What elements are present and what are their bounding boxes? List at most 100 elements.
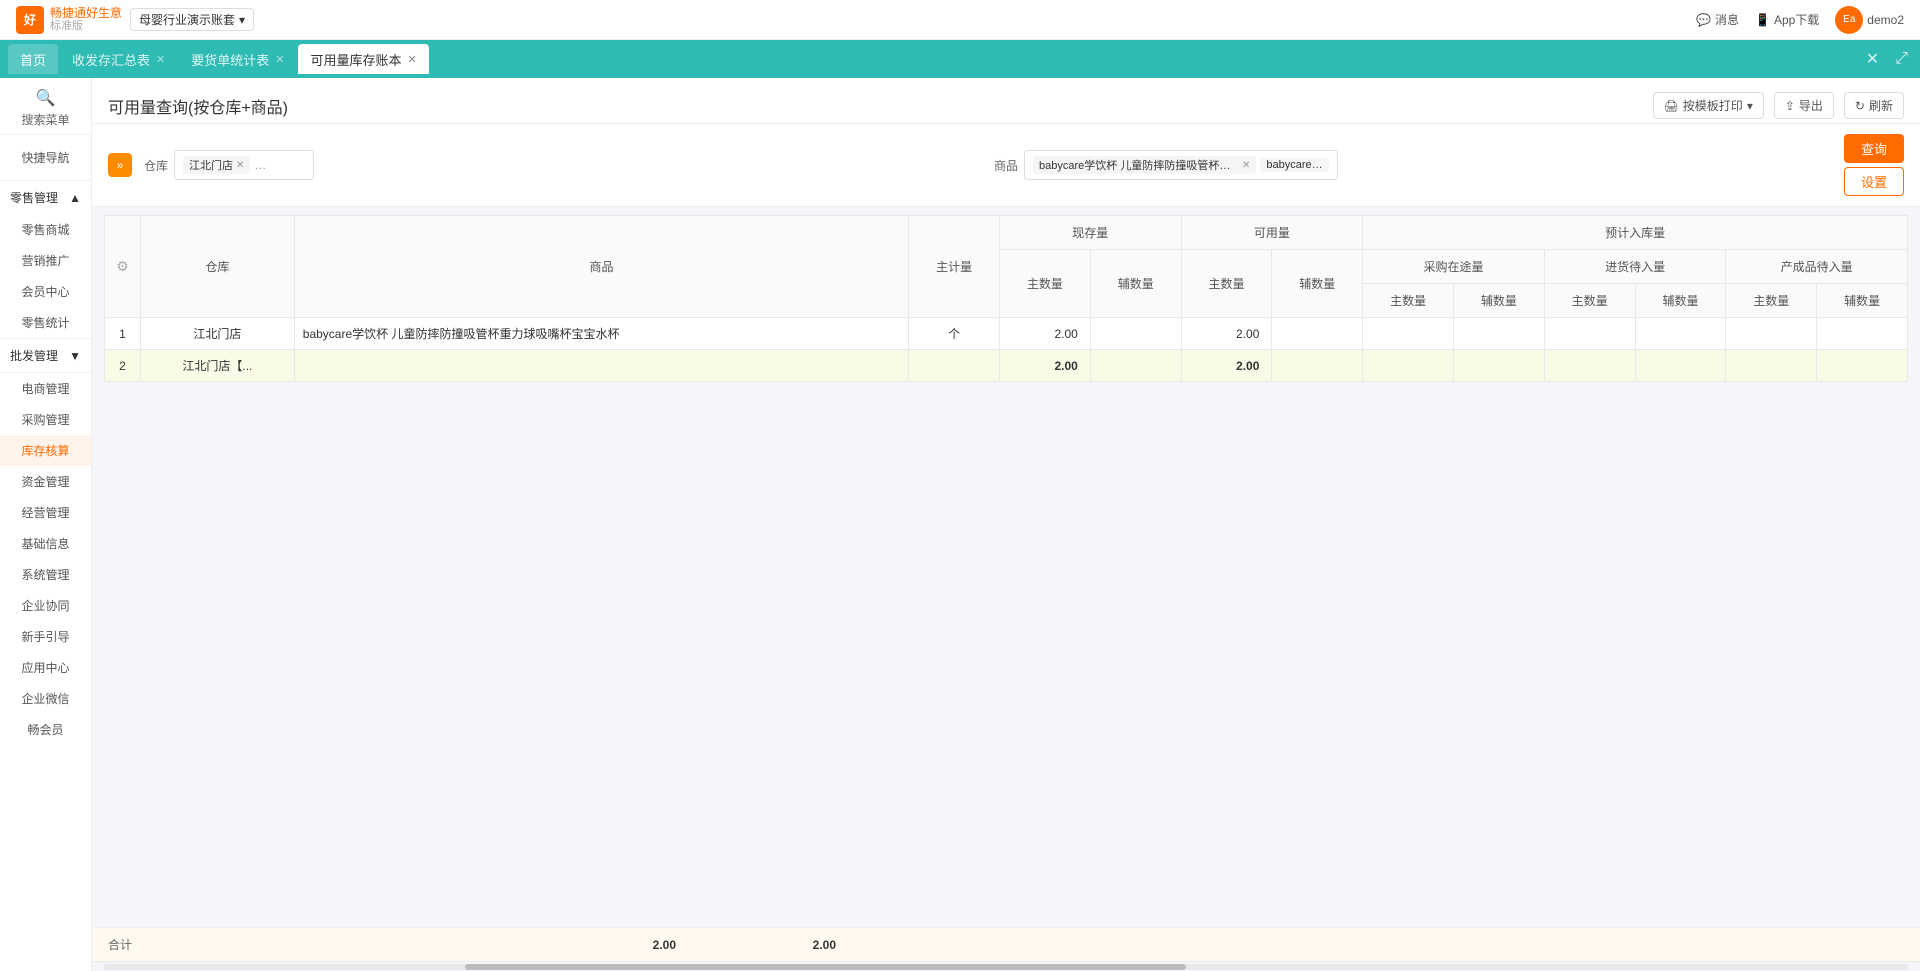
sidebar-item-retail-stats[interactable]: 零售统计: [0, 307, 91, 338]
chevron-down-icon: ▾: [1747, 99, 1753, 113]
col-purchase-transit-header: 采购在途量: [1363, 250, 1545, 284]
industry-selector[interactable]: 母婴行业演示账套 ▾: [130, 8, 254, 31]
row2-warehouse: 江北门店【...: [141, 350, 295, 382]
col-incoming-header: 进货待入量: [1544, 250, 1726, 284]
tab-home[interactable]: 首页: [8, 44, 58, 74]
sidebar-item-quick-nav[interactable]: 快捷导航: [0, 141, 91, 174]
warehouse-tag-1: 江北门店 ✕: [183, 156, 250, 174]
tab-income-expense[interactable]: 收发存汇总表 ✕: [60, 44, 177, 74]
settings-icon[interactable]: ⚙: [116, 258, 129, 274]
sidebar-item-member[interactable]: 会员中心: [0, 276, 91, 307]
row1-current-main: 2.00: [1000, 318, 1091, 350]
row2-index: 2: [105, 350, 141, 382]
horizontal-scrollbar[interactable]: [92, 961, 1920, 971]
sidebar-nav: 快捷导航: [0, 135, 91, 181]
row1-incoming-sub: [1635, 318, 1726, 350]
sidebar-section-retail: 零售管理 ▲ 零售商城 营销推广 会员中心 零售统计: [0, 181, 91, 339]
sidebar-item-system[interactable]: 系统管理: [0, 559, 91, 590]
sidebar-item-ops[interactable]: 经营管理: [0, 497, 91, 528]
product-tag-1: babycare学饮杯 儿童防摔防撞吸管杯重力球吸嘴杯宝宝水杯 ✕: [1033, 156, 1256, 174]
col-available-main-header: 主数量: [1181, 250, 1272, 318]
table-container[interactable]: ⚙ 仓库 商品 主计量 现存量 可用量 预计入库量 主数量 辅数量 主数量 辅数…: [92, 207, 1920, 927]
sidebar-item-app-center[interactable]: 应用中心: [0, 652, 91, 683]
warehouse-filter-group: 仓库 江北门店 ✕ …: [144, 150, 982, 180]
query-button[interactable]: 查询: [1844, 134, 1904, 163]
row1-purchase-sub: [1453, 318, 1544, 350]
sidebar-item-newbie[interactable]: 新手引导: [0, 621, 91, 652]
export-button[interactable]: ⇪ 导出: [1774, 92, 1834, 119]
sidebar-item-retail-mall[interactable]: 零售商城: [0, 214, 91, 245]
row2-production-main: [1726, 350, 1817, 382]
chevron-down-icon: ▾: [239, 13, 245, 27]
col-purchase-main-header: 主数量: [1363, 284, 1454, 318]
top-bar: 好 畅捷通好生意 标准版 母婴行业演示账套 ▾ 💬 消息 📱 App下载 Ea …: [0, 0, 1920, 40]
product-filter-group: 商品 babycare学饮杯 儿童防摔防撞吸管杯重力球吸嘴杯宝宝水杯 ✕ bab…: [994, 150, 1832, 180]
search-icon: 🔍: [36, 88, 56, 108]
tab-close-income-expense[interactable]: ✕: [156, 53, 165, 66]
row1-warehouse: 江北门店: [141, 318, 295, 350]
col-unit-header: 主计量: [909, 216, 1000, 318]
sidebar-item-enterprise[interactable]: 企业协同: [0, 590, 91, 621]
col-production-header: 产成品待入量: [1726, 250, 1908, 284]
sidebar-item-member-pro[interactable]: 畅会员: [0, 714, 91, 745]
row1-current-sub: [1090, 318, 1181, 350]
row1-incoming-main: [1544, 318, 1635, 350]
sidebar-item-marketing[interactable]: 营销推广: [0, 245, 91, 276]
message-icon: 💬: [1696, 13, 1711, 27]
product-filter-input[interactable]: babycare学饮杯 儿童防摔防撞吸管杯重力球吸嘴杯宝宝水杯 ✕ babyca…: [1024, 150, 1338, 180]
sidebar-section-header-retail[interactable]: 零售管理 ▲: [0, 181, 91, 214]
filter-expand-button[interactable]: »: [108, 153, 132, 177]
sidebar-item-finance[interactable]: 资金管理: [0, 466, 91, 497]
user-menu[interactable]: Ea demo2: [1835, 6, 1904, 34]
row2-incoming-main: [1544, 350, 1635, 382]
sidebar-item-basic[interactable]: 基础信息: [0, 528, 91, 559]
sidebar-section-header-wholesale[interactable]: 批发管理 ▼: [0, 339, 91, 372]
warehouse-filter-label: 仓库: [144, 157, 168, 174]
col-production-sub-header: 辅数量: [1817, 284, 1908, 318]
sidebar: 🔍 搜索菜单 快捷导航 零售管理 ▲ 零售商城 营销推广 会员中心 零售统计 批…: [0, 78, 92, 971]
sidebar-item-inventory[interactable]: 库存核算: [0, 435, 91, 466]
row1-product: babycare学饮杯 儿童防摔防撞吸管杯重力球吸嘴杯宝宝水杯: [294, 318, 908, 350]
col-incoming-main-header: 主数量: [1544, 284, 1635, 318]
tab-close-available-stock[interactable]: ✕: [408, 53, 417, 66]
template-print-button[interactable]: 🖨 按模板打印 ▾: [1653, 92, 1764, 119]
sidebar-item-purchase[interactable]: 采购管理: [0, 404, 91, 435]
sidebar-item-enterprise-wechat[interactable]: 企业微信: [0, 683, 91, 714]
product-tag-close-1[interactable]: ✕: [1242, 160, 1250, 171]
row1-unit: 个: [909, 318, 1000, 350]
logo-icon: 好: [16, 6, 44, 34]
message-button[interactable]: 💬 消息: [1696, 11, 1739, 28]
refresh-icon: ↻: [1855, 99, 1865, 113]
settings-button[interactable]: 设置: [1844, 167, 1904, 196]
warehouse-tag-close-1[interactable]: ✕: [236, 160, 244, 171]
totals-label: 合计: [104, 936, 132, 953]
sidebar-item-ecommerce[interactable]: 电商管理: [0, 373, 91, 404]
warehouse-filter-input[interactable]: 江北门店 ✕ …: [174, 150, 314, 180]
phone-icon: 📱: [1755, 13, 1770, 27]
tab-order-stats[interactable]: 要货单统计表 ✕: [179, 44, 296, 74]
table-row: 1 江北门店 babycare学饮杯 儿童防摔防撞吸管杯重力球吸嘴杯宝宝水杯 个…: [105, 318, 1908, 350]
table-row: 2 江北门店【... 2.00 2.00: [105, 350, 1908, 382]
row1-available-sub: [1272, 318, 1363, 350]
avatar: Ea: [1835, 6, 1863, 34]
scroll-track[interactable]: [104, 964, 1908, 970]
col-purchase-sub-header: 辅数量: [1453, 284, 1544, 318]
row2-unit: [909, 350, 1000, 382]
row2-product: [294, 350, 908, 382]
tab-available-stock[interactable]: 可用量库存账本 ✕: [298, 44, 428, 74]
refresh-button[interactable]: ↻ 刷新: [1844, 92, 1904, 119]
scroll-thumb[interactable]: [465, 964, 1187, 970]
maximize-button[interactable]: ⤢: [1891, 46, 1912, 72]
logo-text: 畅捷通好生意 标准版: [50, 6, 122, 34]
app-download-button[interactable]: 📱 App下载: [1755, 11, 1819, 28]
row1-purchase-main: [1363, 318, 1454, 350]
tab-close-order-stats[interactable]: ✕: [275, 53, 284, 66]
logo: 好 畅捷通好生意 标准版: [16, 6, 122, 34]
row1-production-main: [1726, 318, 1817, 350]
content-area: 可用量查询(按仓库+商品) 🖨 按模板打印 ▾ ⇪ 导出 ↻ 刷新: [92, 78, 1920, 971]
sidebar-search[interactable]: 🔍 搜索菜单: [0, 78, 91, 135]
row2-available-main: 2.00: [1181, 350, 1272, 382]
close-window-button[interactable]: ✕: [1862, 45, 1883, 73]
main-layout: 🔍 搜索菜单 快捷导航 零售管理 ▲ 零售商城 营销推广 会员中心 零售统计 批…: [0, 78, 1920, 971]
top-bar-left: 好 畅捷通好生意 标准版 母婴行业演示账套 ▾: [16, 6, 254, 34]
